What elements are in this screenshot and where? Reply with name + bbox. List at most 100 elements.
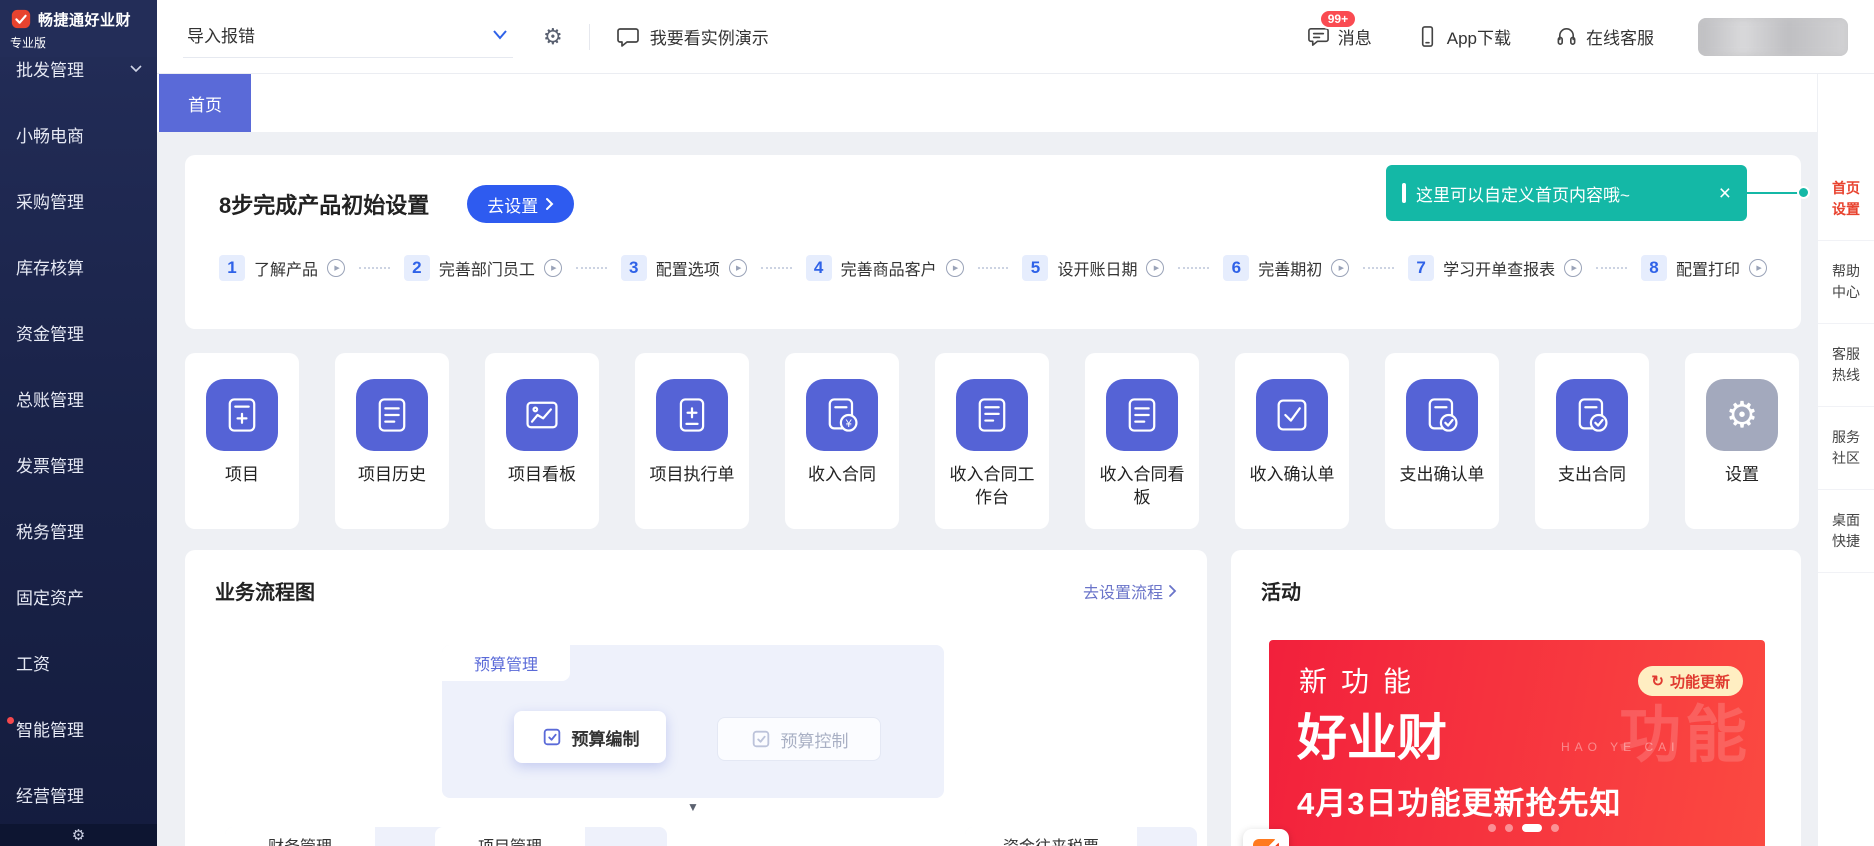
floating-widget[interactable] [1243,829,1289,846]
sidebar-item-funds[interactable]: 资金管理 [0,299,157,365]
carousel-dot-active[interactable] [1522,824,1542,832]
step-connector [359,267,390,269]
carousel-dot[interactable] [1488,824,1496,832]
play-icon[interactable]: ▶ [728,259,747,277]
tile-income-workbench[interactable]: 收入合同工作台 [935,353,1049,529]
tab-bar: 首页 [157,74,1817,132]
play-icon[interactable]: ▶ [327,259,346,277]
flow-card-title: 业务流程图 [215,582,315,604]
step-label: 完善商品客户 [840,262,937,279]
tile-project[interactable]: 项目 [185,353,299,529]
sidebar-item-invoice[interactable]: 发票管理 [0,431,157,497]
play-icon[interactable]: ▶ [543,259,562,277]
tile-label: 支出合同 [1558,465,1626,484]
sidebar-item-label: 总账管理 [16,390,84,410]
tile-settings[interactable]: ⚙ 设置 [1685,353,1799,529]
sidebar-item-smart[interactable]: 智能管理 [0,695,157,761]
rail-item-desktop-shortcut[interactable]: 桌面快捷 [1818,490,1874,573]
sidebar-item-label: 经营管理 [16,786,84,806]
edit-doc-icon [543,728,560,746]
flow-settings-link[interactable]: 去设置流程 [1083,579,1177,603]
demo-link[interactable]: 我要看实例演示 [616,24,769,49]
close-icon[interactable]: × [1719,183,1731,204]
messages-button[interactable]: 消息 99+ [1307,9,1372,49]
sidebar-item-tax[interactable]: 税务管理 [0,497,157,563]
tile-income-contract[interactable]: ¥ 收入合同 [785,353,899,529]
sidebar-item-ledger[interactable]: 总账管理 [0,365,157,431]
go-setup-button[interactable]: 去设置 [467,185,575,223]
document-icon [356,379,428,451]
demo-label: 我要看实例演示 [649,29,769,48]
rail-item-label: 首页设置 [1832,180,1860,217]
main-content: 8步完成产品初始设置 去设置 1 了解产品 ▶ 2 完善部门员工 ▶ 3 配置选项 ▶ 4完… [157,132,1817,846]
settings-gear-icon[interactable]: ⚙ [72,826,85,844]
tile-project-order[interactable]: 项目执行单 [635,353,749,529]
topbar: 导入报错 ⚙ 我要看实例演示 消息 99+ App下载 在线客服 [157,0,1874,74]
tile-income-board[interactable]: 收入合同看板 [1085,353,1199,529]
import-error-dropdown[interactable]: 导入报错 [183,16,513,58]
sidebar-item-inventory[interactable]: 库存核算 [0,233,157,299]
sidebar: 批发管理 小畅电商 采购管理 库存核算 资金管理 总账管理 发票管理 税务管理 … [0,0,157,846]
carousel-dot[interactable] [1551,824,1559,832]
toast-connector-dot [1797,186,1810,199]
sidebar-item-ecommerce[interactable]: 小畅电商 [0,101,157,167]
widget-logo-icon [1253,839,1279,846]
sidebar-item-assets[interactable]: 固定资产 [0,563,157,629]
rail-item-service-hotline[interactable]: 客服热线 [1818,324,1874,407]
promo-banner[interactable]: 新功能 ↻ 功能更新 好业财 功能 HAO YE CAI 4月3日功能更新抢先知 [1269,640,1765,846]
tile-income-confirm[interactable]: 收入确认单 [1235,353,1349,529]
kanban-board-icon [506,379,578,451]
sidebar-item-operations[interactable]: 经营管理 [0,761,157,827]
rail-item-help-center[interactable]: 帮助中心 [1818,241,1874,324]
rail-item-service-community[interactable]: 服务社区 [1818,407,1874,490]
tile-project-board[interactable]: 项目看板 [485,353,599,529]
settings-gear-icon[interactable]: ⚙ [543,25,563,48]
step-connector [977,267,1009,269]
step-label: 完善部门员工 [438,262,535,279]
flow-section-project[interactable]: 项目管理 [435,827,667,846]
app-download-button[interactable]: App下载 [1416,24,1511,49]
online-service-button[interactable]: 在线客服 [1555,24,1654,49]
step-label: 学习开单查报表 [1443,262,1556,279]
notification-dot [7,717,14,724]
blurred-user-region [1698,17,1848,56]
step-number: 1 [219,255,245,281]
tile-expense-contract[interactable]: 支出合同 [1535,353,1649,529]
rail-item-home-settings[interactable]: 首页设置 [1818,158,1874,241]
play-icon[interactable]: ▶ [1331,259,1350,277]
toast-connector-line [1745,192,1801,194]
play-icon[interactable]: ▶ [1564,259,1583,277]
arrow-down-icon: ▼ [687,800,699,814]
sidebar-menu: 批发管理 小畅电商 采购管理 库存核算 资金管理 总账管理 发票管理 税务管理 … [0,35,157,827]
budget-tab-label: 预算管理 [473,657,538,674]
tile-project-history[interactable]: 项目历史 [335,353,449,529]
tile-expense-confirm[interactable]: 支出确认单 [1385,353,1499,529]
tab-home[interactable]: 首页 [159,74,251,132]
budget-compile-button[interactable]: 预算编制 [514,711,666,763]
play-icon[interactable]: ▶ [1749,259,1768,277]
setup-step: 3 配置选项 ▶ [620,255,747,281]
sidebar-item-label: 库存核算 [16,258,84,278]
banner-headline: 4月3日功能更新抢先知 [1297,786,1622,821]
import-error-label: 导入报错 [187,26,255,46]
app-download-label: App下载 [1446,29,1511,48]
chevron-right-icon [546,198,554,210]
sidebar-item-label: 批发管理 [16,60,84,80]
budget-panel-tab[interactable]: 预算管理 [442,645,570,681]
play-icon[interactable]: ▶ [945,259,964,277]
flow-section-funds-invoice[interactable]: 资金往来税票 [965,827,1197,846]
sidebar-item-label: 采购管理 [16,192,84,212]
step-connector [1596,267,1628,269]
document-icon [956,379,1028,451]
sidebar-item-label: 资金管理 [16,324,84,344]
carousel-dot[interactable] [1505,824,1513,832]
sidebar-item-purchasing[interactable]: 采购管理 [0,167,157,233]
flow-section-finance[interactable]: 财务管理 [225,827,457,846]
sidebar-item-label: 固定资产 [16,588,84,608]
gear-icon: ⚙ [1706,379,1778,451]
budget-control-button[interactable]: 预算控制 [717,717,881,761]
business-flow-card: 业务流程图 去设置流程 预算管理 预算编制 预算控制 ▼ 财务管理 项目管理 资… [185,550,1207,846]
rail-item-label: 帮助中心 [1832,263,1860,300]
play-icon[interactable]: ▶ [1146,259,1165,277]
sidebar-item-payroll[interactable]: 工资 [0,629,157,695]
